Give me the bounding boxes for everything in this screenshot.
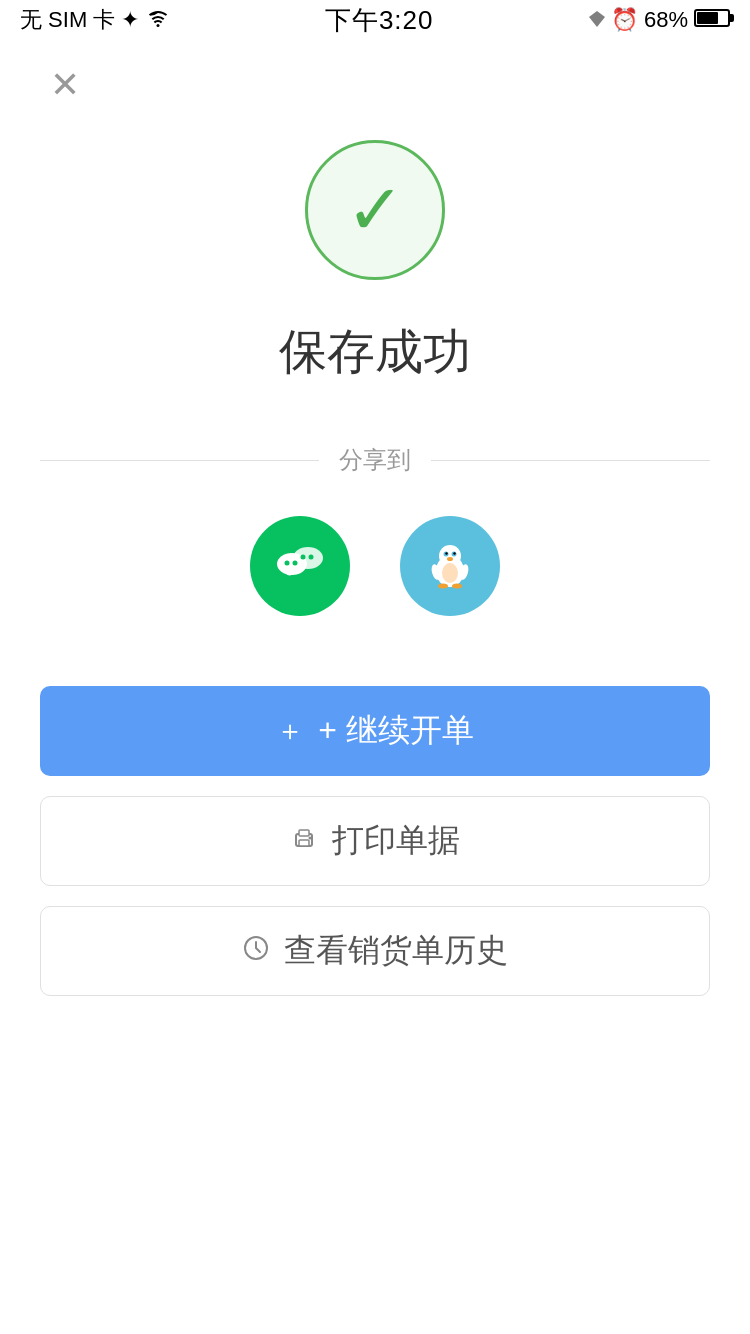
continue-label: + 继续开单 bbox=[318, 709, 474, 753]
history-label: 查看销货单历史 bbox=[284, 929, 508, 973]
print-label: 打印单据 bbox=[332, 819, 460, 863]
svg-point-11 bbox=[453, 552, 455, 554]
close-button[interactable]: ✕ bbox=[40, 60, 90, 110]
no-sim-label: 无 SIM 卡 ✦ bbox=[20, 5, 139, 35]
share-icons bbox=[250, 516, 500, 616]
continue-button[interactable]: ＋ + 继续开单 bbox=[40, 686, 710, 776]
divider-line-left bbox=[40, 460, 319, 461]
plus-icon: ＋ bbox=[276, 712, 304, 750]
status-right: ⏰ 68% bbox=[589, 7, 730, 33]
status-left: 无 SIM 卡 ✦ bbox=[20, 5, 169, 35]
battery-icon bbox=[694, 7, 730, 33]
action-buttons: ＋ + 继续开单 打印单据 查看销货单历史 bbox=[40, 686, 710, 996]
svg-point-21 bbox=[309, 836, 312, 839]
wifi-icon bbox=[147, 7, 169, 33]
svg-rect-20 bbox=[299, 840, 309, 846]
svg-point-10 bbox=[445, 552, 447, 554]
svg-point-12 bbox=[447, 557, 453, 561]
success-title: 保存成功 bbox=[279, 320, 471, 384]
svg-point-1 bbox=[293, 547, 323, 569]
divider-line-right bbox=[431, 460, 710, 461]
svg-point-4 bbox=[301, 555, 306, 560]
svg-point-13 bbox=[442, 563, 458, 583]
svg-point-15 bbox=[452, 584, 462, 589]
share-label: 分享到 bbox=[339, 444, 411, 476]
svg-point-5 bbox=[309, 555, 314, 560]
share-divider: 分享到 bbox=[40, 444, 710, 476]
svg-point-2 bbox=[285, 561, 290, 566]
svg-point-3 bbox=[293, 561, 298, 566]
printer-icon bbox=[290, 824, 318, 859]
svg-rect-19 bbox=[299, 830, 309, 836]
history-icon bbox=[242, 934, 270, 969]
time-label: 下午3:20 bbox=[325, 3, 434, 38]
location-icon bbox=[589, 7, 605, 33]
print-button[interactable]: 打印单据 bbox=[40, 796, 710, 886]
wechat-share-button[interactable] bbox=[250, 516, 350, 616]
wechat-icon bbox=[270, 536, 330, 596]
success-circle: ✓ bbox=[305, 140, 445, 280]
close-icon: ✕ bbox=[50, 67, 80, 103]
qq-share-button[interactable] bbox=[400, 516, 500, 616]
main-content: ✓ 保存成功 分享到 bbox=[0, 110, 750, 1334]
qq-icon bbox=[420, 536, 480, 596]
battery-label: 68% bbox=[644, 7, 688, 33]
history-button[interactable]: 查看销货单历史 bbox=[40, 906, 710, 996]
alarm-icon: ⏰ bbox=[611, 7, 638, 33]
checkmark-icon: ✓ bbox=[346, 175, 405, 245]
svg-point-14 bbox=[438, 584, 448, 589]
status-bar: 无 SIM 卡 ✦ 下午3:20 ⏰ 68% bbox=[0, 0, 750, 40]
